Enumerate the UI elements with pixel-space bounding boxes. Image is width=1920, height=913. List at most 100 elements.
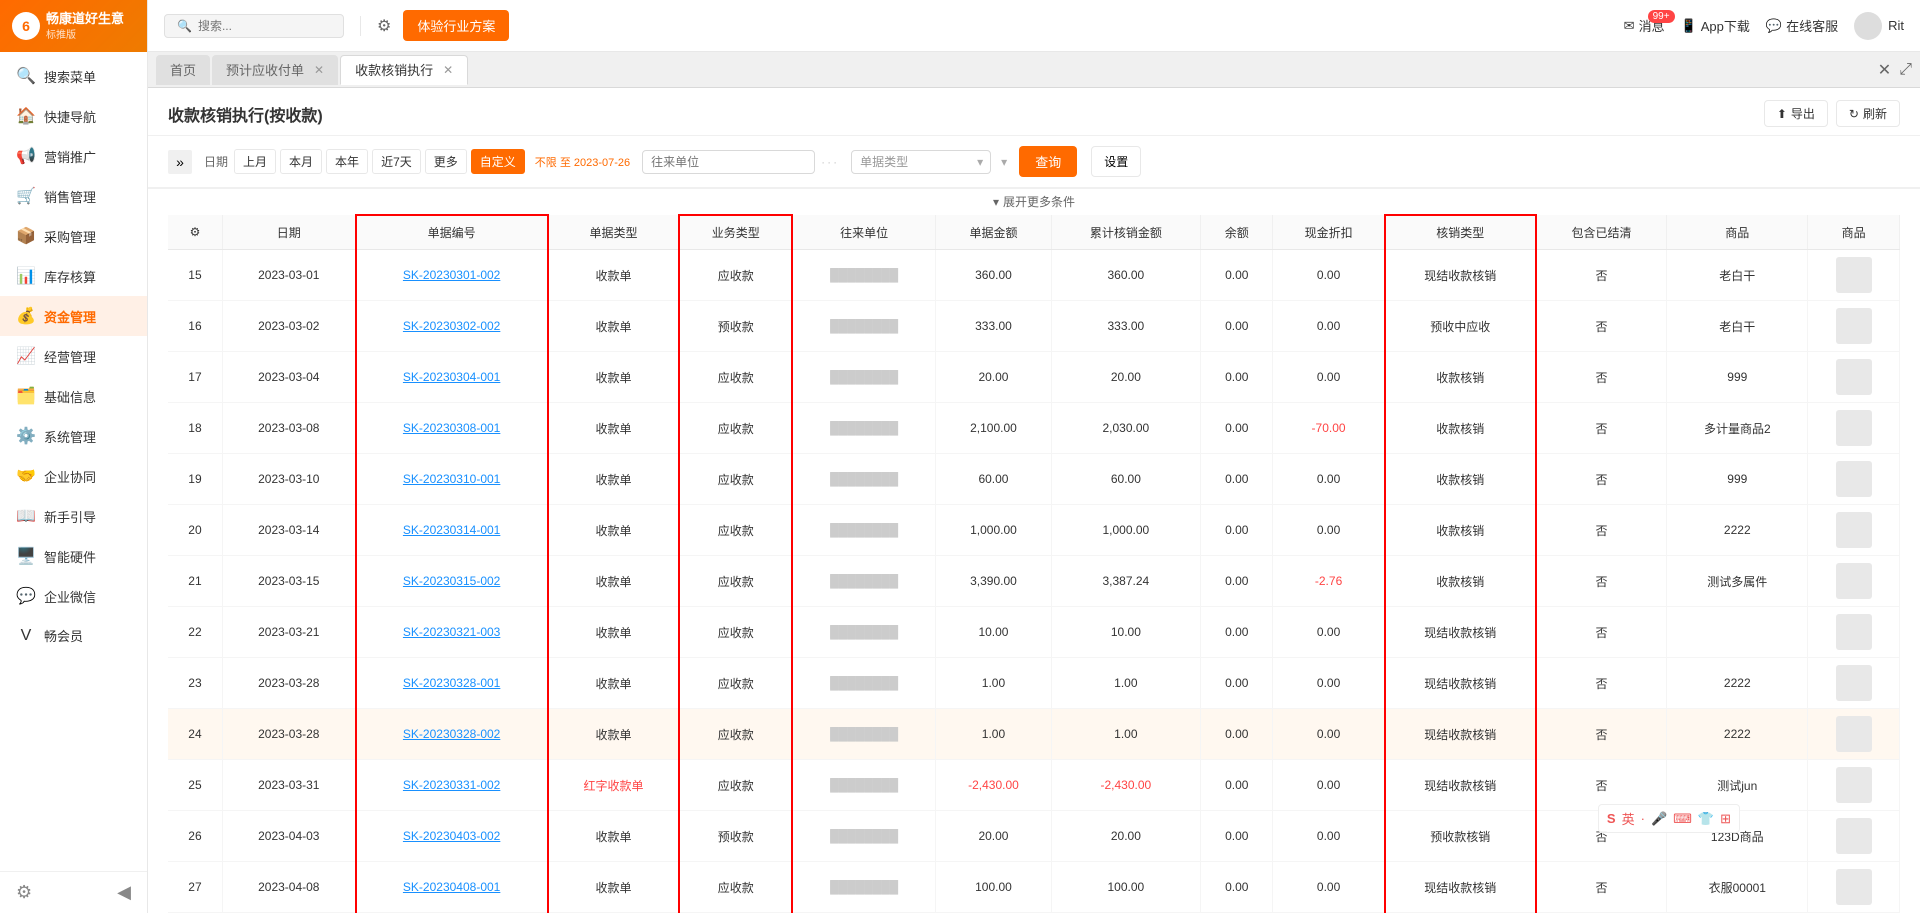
td-bill_no[interactable]: SK-20230304-001 [356, 352, 548, 403]
bill-no-link[interactable]: SK-20230331-002 [403, 778, 500, 792]
td-cum_verify: 60.00 [1051, 454, 1201, 505]
td-seq: 18 [168, 403, 222, 454]
search-input[interactable] [198, 19, 328, 33]
td-bill_no[interactable]: SK-20230408-001 [356, 862, 548, 913]
partner-filter-group: ··· [642, 150, 839, 174]
bill-no-link[interactable]: SK-20230328-002 [403, 727, 500, 741]
td-bill_no[interactable]: SK-20230321-003 [356, 607, 548, 658]
close-window-icon[interactable]: ✕ [1878, 60, 1891, 80]
bill-no-link[interactable]: SK-20230308-001 [403, 421, 500, 435]
search-icon: 🔍 [177, 19, 192, 33]
td-partner: ████████ [792, 403, 936, 454]
bill-no-link[interactable]: SK-20230315-002 [403, 574, 500, 588]
td-bill_type: 收款单 [548, 352, 680, 403]
bill-no-link[interactable]: SK-20230328-001 [403, 676, 500, 690]
td-bill_type: 收款单 [548, 454, 680, 505]
td-partner: ████████ [792, 862, 936, 913]
bill-no-link[interactable]: SK-20230304-001 [403, 370, 500, 384]
td-verify_type: 预收中应收 [1385, 301, 1536, 352]
user-area[interactable]: Rit [1854, 12, 1904, 40]
search-box[interactable]: 🔍 [164, 14, 344, 38]
sidebar-item-operation[interactable]: 📈经营管理 [0, 336, 147, 376]
filter-expand-icon[interactable]: » [168, 150, 192, 174]
bill-no-link[interactable]: SK-20230408-001 [403, 880, 500, 894]
td-bill_amount: 1,000.00 [936, 505, 1051, 556]
gear-icon[interactable]: ⚙ [377, 16, 391, 36]
partner-input[interactable] [642, 150, 815, 174]
td-seq: 25 [168, 760, 222, 811]
td-goods2 [1808, 862, 1900, 913]
sidebar-item-quicknav[interactable]: 🏠快捷导航 [0, 96, 147, 136]
bill-no-link[interactable]: SK-20230302-002 [403, 319, 500, 333]
bill-no-link[interactable]: SK-20230314-001 [403, 523, 500, 537]
refresh-button[interactable]: ↻ 刷新 [1836, 100, 1900, 127]
sidebar-item-newbie[interactable]: 📖新手引导 [0, 496, 147, 536]
td-bill_no[interactable]: SK-20230403-002 [356, 811, 548, 862]
message-button[interactable]: ✉ 消息 99+ [1624, 16, 1665, 35]
sidebar-icon-hardware: 🖥️ [16, 546, 36, 566]
user-avatar[interactable] [1854, 12, 1882, 40]
service-button[interactable]: 💬 在线客服 [1766, 16, 1838, 35]
bill-no-link[interactable]: SK-20230301-002 [403, 268, 500, 282]
sidebar-item-enterprise[interactable]: 🤝企业协同 [0, 456, 147, 496]
table-row: 162023-03-02SK-20230302-002收款单预收款███████… [168, 301, 1900, 352]
tab-verify[interactable]: 收款核销执行✕ [340, 55, 468, 85]
tab-home[interactable]: 首页 [156, 55, 210, 85]
tab-close-verify[interactable]: ✕ [443, 63, 453, 77]
sidebar-item-purchase[interactable]: 📦采购管理 [0, 216, 147, 256]
td-bill_no[interactable]: SK-20230328-001 [356, 658, 548, 709]
query-button[interactable]: 查询 [1019, 146, 1077, 177]
sidebar-item-sales[interactable]: 🛒销售管理 [0, 176, 147, 216]
sidebar-item-system[interactable]: ⚙️系统管理 [0, 416, 147, 456]
td-verify_type: 现结收款核销 [1385, 607, 1536, 658]
sidebar-item-member[interactable]: V畅会员 [0, 616, 147, 655]
date-btn-本年[interactable]: 本年 [326, 149, 368, 174]
td-bill_no[interactable]: SK-20230301-002 [356, 250, 548, 301]
sidebar-item-finance[interactable]: 💰资金管理 [0, 296, 147, 336]
bill-type-select[interactable]: 单据类型 [851, 150, 991, 174]
date-btn-上月[interactable]: 上月 [234, 149, 276, 174]
td-include_settled: 否 [1536, 607, 1667, 658]
collapse-icon[interactable]: ◀ [117, 882, 131, 903]
expand-more-conditions[interactable]: ▾ 展开更多条件 [148, 188, 1920, 214]
td-bill_no[interactable]: SK-20230314-001 [356, 505, 548, 556]
td-bill_no[interactable]: SK-20230328-002 [356, 709, 548, 760]
bill-no-link[interactable]: SK-20230403-002 [403, 829, 500, 843]
sidebar-item-wecom[interactable]: 💬企业微信 [0, 576, 147, 616]
sidebar-item-basic[interactable]: 🗂️基础信息 [0, 376, 147, 416]
td-cum_verify: 20.00 [1051, 352, 1201, 403]
td-goods: 测试jun [1667, 760, 1808, 811]
date-btn-本月[interactable]: 本月 [280, 149, 322, 174]
sidebar-bottom: ⚙ ◀ [0, 871, 147, 913]
partner-masked: ████████ [830, 319, 898, 333]
td-goods: 2222 [1667, 505, 1808, 556]
export-button[interactable]: ⬆ 导出 [1764, 100, 1828, 127]
date-btn-custom[interactable]: 自定义 [471, 149, 525, 174]
td-bill_no[interactable]: SK-20230331-002 [356, 760, 548, 811]
logo-subtitle: 标推版 [46, 26, 124, 41]
td-bill_no[interactable]: SK-20230308-001 [356, 403, 548, 454]
setting-button[interactable]: 设置 [1091, 146, 1141, 177]
sidebar-item-search[interactable]: 🔍搜索菜单 [0, 56, 147, 96]
settings-icon[interactable]: ⚙ [16, 882, 32, 903]
app-download-button[interactable]: 📱 App下载 [1681, 16, 1750, 35]
tab-close-receivables[interactable]: ✕ [314, 63, 324, 77]
maximize-icon[interactable]: ⤢ [1899, 61, 1912, 79]
solution-button[interactable]: 体验行业方案 [403, 10, 509, 41]
partner-masked: ████████ [830, 574, 898, 588]
td-bill_no[interactable]: SK-20230310-001 [356, 454, 548, 505]
tab-receivables[interactable]: 预计应收付单✕ [212, 55, 338, 85]
td-bill_no[interactable]: SK-20230315-002 [356, 556, 548, 607]
logo-icon: 6 [12, 12, 40, 40]
date-btn-更多[interactable]: 更多 [425, 149, 467, 174]
td-bill_no[interactable]: SK-20230302-002 [356, 301, 548, 352]
bill-no-link[interactable]: SK-20230310-001 [403, 472, 500, 486]
sidebar-item-hardware[interactable]: 🖥️智能硬件 [0, 536, 147, 576]
td-goods: 衣服00001 [1667, 862, 1808, 913]
sidebar-label-wecom: 企业微信 [44, 587, 96, 606]
bill-no-link[interactable]: SK-20230321-003 [403, 625, 500, 639]
sidebar-item-marketing[interactable]: 📢营销推广 [0, 136, 147, 176]
td-cum_verify: 10.00 [1051, 607, 1201, 658]
date-btn-近7天[interactable]: 近7天 [372, 149, 421, 174]
sidebar-item-inventory[interactable]: 📊库存核算 [0, 256, 147, 296]
